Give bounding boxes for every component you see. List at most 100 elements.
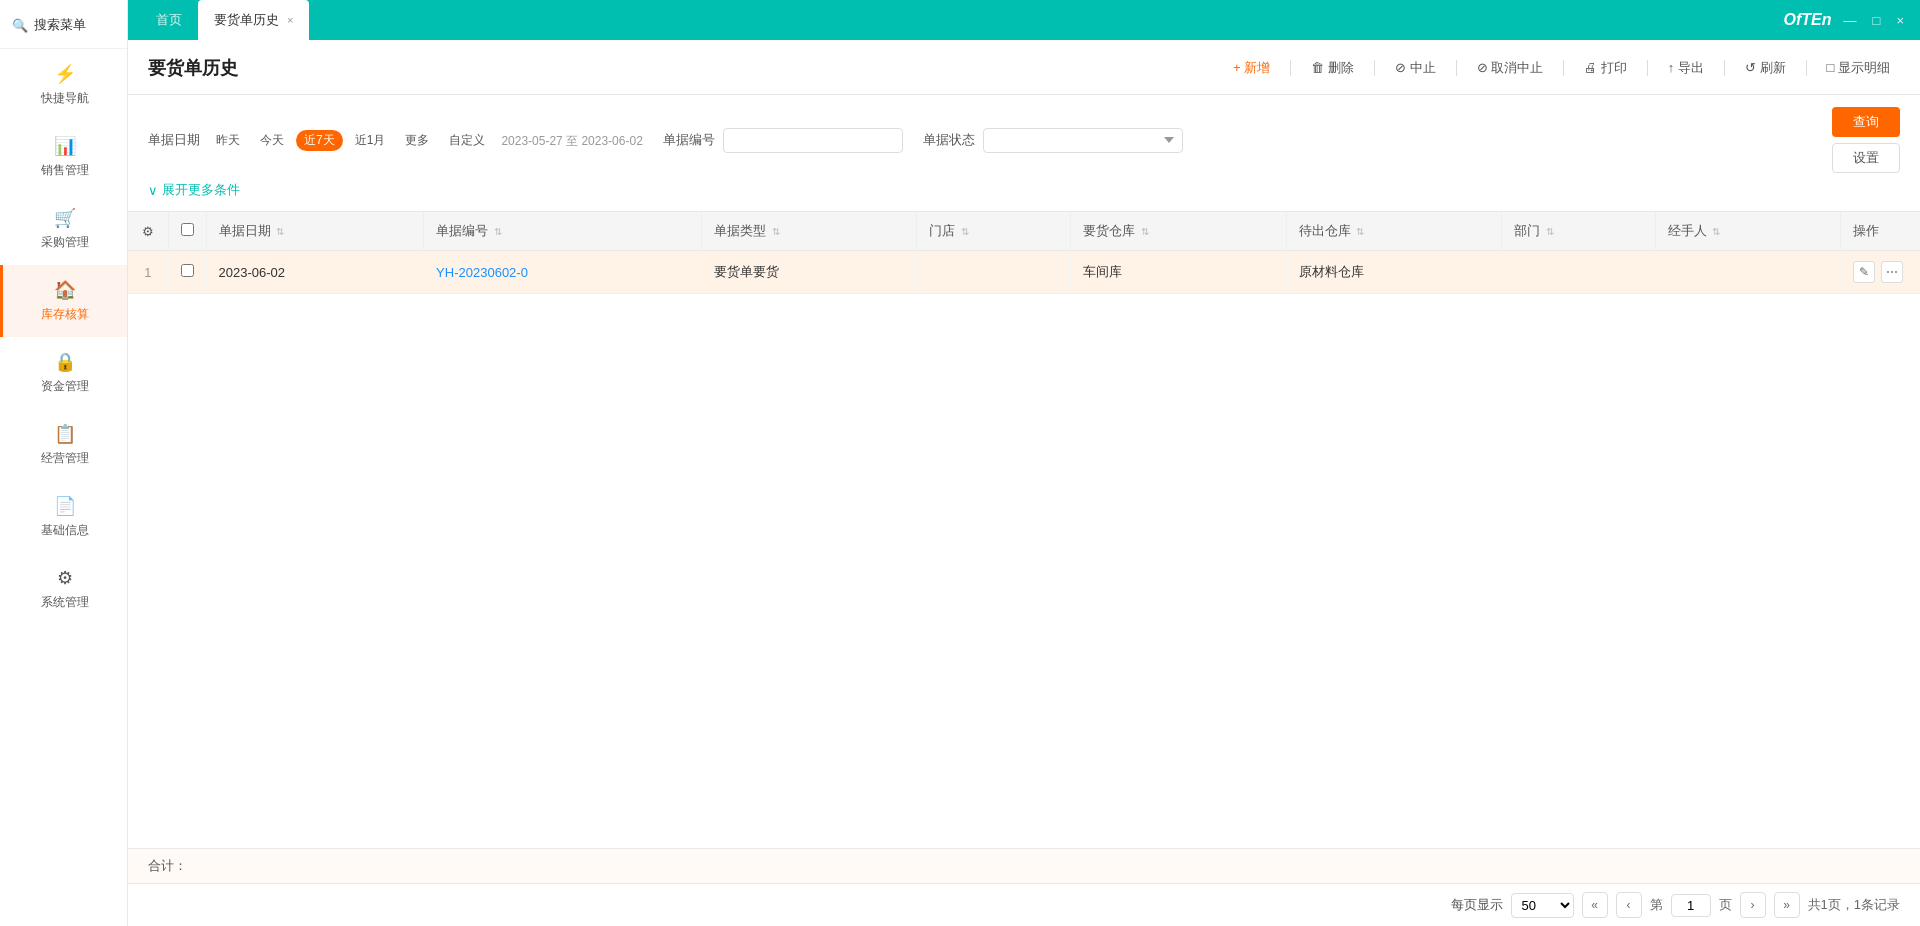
toolbar-divider xyxy=(1563,60,1564,76)
row-edit-button[interactable]: ✎ xyxy=(1853,261,1875,283)
suspend-button[interactable]: ⊘ 中止 xyxy=(1385,54,1446,82)
th-department-label: 部门 xyxy=(1514,223,1540,238)
cell-num: 1 xyxy=(128,251,168,294)
next-page-button[interactable]: › xyxy=(1740,892,1766,918)
sidebar-search[interactable]: 🔍 搜索菜单 xyxy=(0,0,127,49)
page-number-input[interactable] xyxy=(1671,894,1711,917)
status-select[interactable] xyxy=(983,128,1183,153)
th-checkbox[interactable] xyxy=(168,212,206,251)
row-checkbox[interactable] xyxy=(181,264,194,277)
toolbar-divider xyxy=(1724,60,1725,76)
toolbar-divider xyxy=(1456,60,1457,76)
query-button[interactable]: 查询 xyxy=(1832,107,1900,137)
sidebar-item-label: 快捷导航 xyxy=(41,90,89,107)
tab-current[interactable]: 要货单历史 × xyxy=(198,0,309,40)
sidebar-item-system[interactable]: ⚙ 系统管理 xyxy=(0,553,127,625)
cell-store xyxy=(917,251,1071,294)
th-doctype[interactable]: 单据类型 ⇅ xyxy=(701,212,917,251)
first-page-button[interactable]: « xyxy=(1582,892,1608,918)
sort-icon: ⇅ xyxy=(276,226,284,237)
docno-filter-group: 单据编号 xyxy=(663,128,903,153)
cell-docno[interactable]: YH-20230602-0 xyxy=(424,251,702,294)
docno-input[interactable] xyxy=(723,128,903,153)
th-store-label: 门店 xyxy=(929,223,955,238)
th-handler[interactable]: 经手人 ⇅ xyxy=(1655,212,1840,251)
expand-more-btn[interactable]: ∨ 展开更多条件 xyxy=(148,181,1900,199)
settings-button[interactable]: 设置 xyxy=(1832,143,1900,173)
sidebar-item-sales[interactable]: 📊 销售管理 xyxy=(0,121,127,193)
row-actions: ✎ ⋯ xyxy=(1853,261,1909,283)
th-pending-warehouse[interactable]: 待出仓库 ⇅ xyxy=(1286,212,1502,251)
date-btn-today[interactable]: 今天 xyxy=(252,130,292,151)
date-btn-last7[interactable]: 近7天 xyxy=(296,130,343,151)
brand-label: OfTEn xyxy=(1784,11,1832,29)
sort-icon: ⇅ xyxy=(1356,226,1364,237)
tab-close-icon[interactable]: × xyxy=(287,14,293,26)
print-button[interactable]: 🖨 打印 xyxy=(1574,54,1637,82)
show-detail-button[interactable]: □ 显示明细 xyxy=(1817,54,1900,82)
th-actions: 操作 xyxy=(1840,212,1920,251)
date-filter-group: 单据日期 昨天 今天 近7天 近1月 更多 自定义 2023-05-27 至 2… xyxy=(148,130,643,151)
th-department[interactable]: 部门 ⇅ xyxy=(1502,212,1656,251)
purchase-icon: 🛒 xyxy=(54,207,76,229)
cancel-suspend-button[interactable]: ⊘ 取消中止 xyxy=(1467,54,1554,82)
new-button[interactable]: + 新增 xyxy=(1223,54,1280,82)
table-body: 1 2023-06-02 YH-20230602-0 要货单要货 车间库 原材料… xyxy=(128,251,1920,294)
sales-icon: 📊 xyxy=(54,135,76,157)
maximize-button[interactable]: □ xyxy=(1869,11,1885,30)
sidebar-search-label: 搜索菜单 xyxy=(34,16,86,34)
sidebar-item-label: 系统管理 xyxy=(41,594,89,611)
topbar-right: OfTEn — □ × xyxy=(1784,11,1908,30)
prev-page-button[interactable]: ‹ xyxy=(1616,892,1642,918)
date-range-text: 2023-05-27 至 2023-06-02 xyxy=(501,133,642,150)
sidebar-item-operation[interactable]: 📋 经营管理 xyxy=(0,409,127,481)
inventory-icon: 🏠 xyxy=(54,279,76,301)
table-settings-icon: ⚙ xyxy=(142,224,154,239)
th-settings[interactable]: ⚙ xyxy=(128,212,168,251)
date-btn-custom[interactable]: 自定义 xyxy=(441,130,493,151)
date-btn-more[interactable]: 更多 xyxy=(397,130,437,151)
sidebar: 🔍 搜索菜单 ⚡ 快捷导航 📊 销售管理 🛒 采购管理 🏠 库存核算 🔒 资金管… xyxy=(0,0,128,926)
chevron-down-icon: ∨ xyxy=(148,183,158,198)
tab-home-label: 首页 xyxy=(156,11,182,29)
per-page-select[interactable]: 50 xyxy=(1511,893,1574,918)
export-button[interactable]: ↑ 导出 xyxy=(1658,54,1714,82)
cell-pending-warehouse: 原材料仓库 xyxy=(1286,251,1502,294)
page-title: 要货单历史 xyxy=(148,56,238,80)
docno-link[interactable]: YH-20230602-0 xyxy=(436,265,528,280)
th-store[interactable]: 门店 ⇅ xyxy=(917,212,1071,251)
sidebar-item-label: 基础信息 xyxy=(41,522,89,539)
toolbar-divider xyxy=(1290,60,1291,76)
sidebar-item-basic[interactable]: 📄 基础信息 xyxy=(0,481,127,553)
row-more-button[interactable]: ⋯ xyxy=(1881,261,1903,283)
page-header: 要货单历史 + 新增 🗑 删除 ⊘ 中止 ⊘ 取消中止 🖨 打印 ↑ 导出 ↺ … xyxy=(128,40,1920,95)
minimize-button[interactable]: — xyxy=(1840,11,1861,30)
toolbar-divider xyxy=(1647,60,1648,76)
operation-icon: 📋 xyxy=(54,423,76,445)
delete-button[interactable]: 🗑 删除 xyxy=(1301,54,1364,82)
sidebar-item-inventory[interactable]: 🏠 库存核算 xyxy=(0,265,127,337)
cell-doctype: 要货单要货 xyxy=(701,251,917,294)
date-btn-yesterday[interactable]: 昨天 xyxy=(208,130,248,151)
sort-icon: ⇅ xyxy=(1546,226,1554,237)
th-docno[interactable]: 单据编号 ⇅ xyxy=(424,212,702,251)
toolbar-divider xyxy=(1806,60,1807,76)
close-button[interactable]: × xyxy=(1892,11,1908,30)
sidebar-item-label: 经营管理 xyxy=(41,450,89,467)
sidebar-item-purchase[interactable]: 🛒 采购管理 xyxy=(0,193,127,265)
table-area: ⚙ 单据日期 ⇅ 单据编号 ⇅ 单据类型 ⇅ xyxy=(128,212,1920,848)
date-btn-last-month[interactable]: 近1月 xyxy=(347,130,394,151)
last-page-button[interactable]: » xyxy=(1774,892,1800,918)
sidebar-item-quick-nav[interactable]: ⚡ 快捷导航 xyxy=(0,49,127,121)
th-date[interactable]: 单据日期 ⇅ xyxy=(206,212,424,251)
cell-checkbox[interactable] xyxy=(168,251,206,294)
toolbar: + 新增 🗑 删除 ⊘ 中止 ⊘ 取消中止 🖨 打印 ↑ 导出 ↺ 刷新 □ 显… xyxy=(1223,54,1900,82)
status-filter-label: 单据状态 xyxy=(923,131,975,149)
tab-home[interactable]: 首页 xyxy=(140,0,198,40)
refresh-button[interactable]: ↺ 刷新 xyxy=(1735,54,1796,82)
sidebar-item-finance[interactable]: 🔒 资金管理 xyxy=(0,337,127,409)
table-footer: 合计： xyxy=(128,848,1920,883)
th-req-warehouse[interactable]: 要货仓库 ⇅ xyxy=(1071,212,1287,251)
select-all-checkbox[interactable] xyxy=(181,223,194,236)
table-header-row: ⚙ 单据日期 ⇅ 单据编号 ⇅ 单据类型 ⇅ xyxy=(128,212,1920,251)
